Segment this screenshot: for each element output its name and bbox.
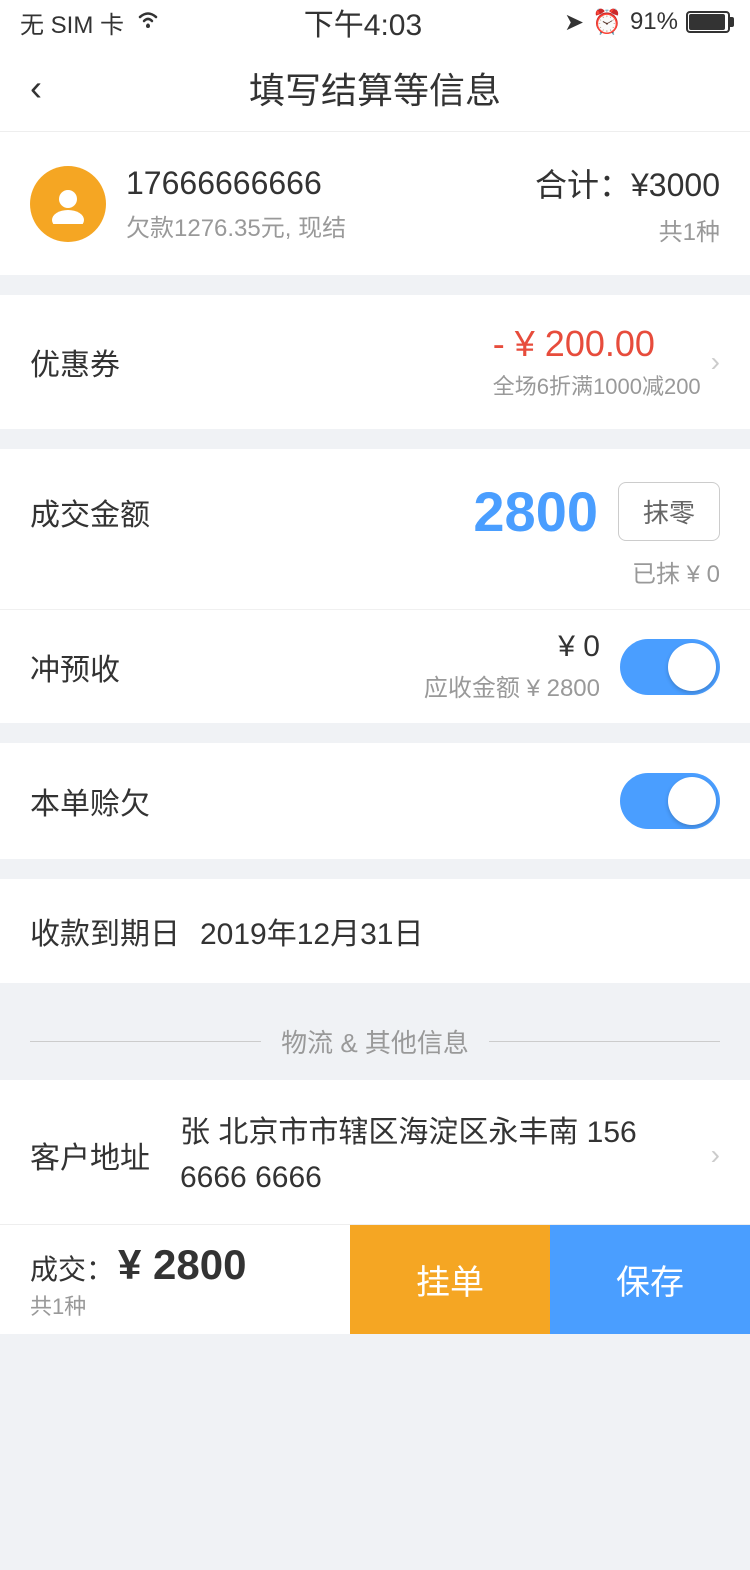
customer-left: 17666666666 欠款1276.35元, 现结 <box>30 165 346 243</box>
section-divider: 物流 & 其他信息 <box>0 1003 750 1080</box>
amount-row: 成交金额 2800 抹零 <box>0 449 750 554</box>
prepay-row: 冲预收 ¥ 0 应收金额 ¥ 2800 <box>0 609 750 723</box>
nav-title: 填写结算等信息 <box>249 62 501 114</box>
divider-line-right <box>489 1041 720 1042</box>
status-right: ➤ ⏰ 91% <box>564 8 730 37</box>
amount-label: 成交金额 <box>30 490 150 534</box>
bottom-amount: ¥ 2800 <box>118 1241 246 1289</box>
toggle-knob <box>668 643 716 691</box>
duedate-label: 收款到期日 <box>30 909 180 953</box>
prepay-amount-block: ¥ 0 应收金额 ¥ 2800 <box>424 630 600 703</box>
address-value: 张 北京市市辖区海淀区永丰南 156 6666 6666 <box>180 1110 711 1200</box>
credit-label: 本单赊欠 <box>30 779 150 823</box>
credit-toggle-knob <box>668 777 716 825</box>
coupon-amount: - ¥ 200.00 <box>493 323 701 365</box>
prepay-value: ¥ 0 <box>424 630 600 664</box>
chevron-right-icon: › <box>711 346 720 378</box>
duedate-row: 收款到期日 2019年12月31日 <box>0 879 750 983</box>
amount-right: 2800 抹零 <box>473 479 720 544</box>
avatar <box>30 166 106 242</box>
bottom-bar: 成交： ¥ 2800 共1种 挂单 保存 <box>0 1224 750 1334</box>
hang-button[interactable]: 挂单 <box>350 1225 550 1334</box>
amount-section: 成交金额 2800 抹零 已抹 ¥ 0 冲预收 ¥ 0 应收金额 ¥ 2800 <box>0 449 750 723</box>
address-row[interactable]: 客户地址 张 北京市市辖区海淀区永丰南 156 6666 6666 › <box>0 1080 750 1230</box>
coupon-right: - ¥ 200.00 全场6折满1000减200 › <box>493 323 720 401</box>
bottom-summary-label: 成交： <box>30 1248 114 1288</box>
divider-text: 物流 & 其他信息 <box>281 1023 469 1060</box>
prepay-label: 冲预收 <box>30 645 120 689</box>
wifi-icon <box>134 8 162 36</box>
status-bar: 无 SIM 卡 下午4:03 ➤ ⏰ 91% <box>0 0 750 44</box>
credit-row: 本单赊欠 <box>0 743 750 859</box>
prepay-toggle[interactable] <box>620 639 720 695</box>
content: 17666666666 欠款1276.35元, 现结 合计：¥3000 共1种 … <box>0 132 750 1570</box>
address-label: 客户地址 <box>30 1133 150 1177</box>
bottom-summary: 成交： ¥ 2800 共1种 <box>0 1239 350 1321</box>
no-sim-text: 无 SIM 卡 <box>20 5 124 40</box>
coupon-desc: 全场6折满1000减200 <box>493 369 701 401</box>
credit-toggle[interactable] <box>620 773 720 829</box>
amount-sub: 已抹 ¥ 0 <box>0 554 750 609</box>
bottom-buttons: 挂单 保存 <box>350 1225 750 1334</box>
prepay-sub: 应收金额 ¥ 2800 <box>424 668 600 703</box>
duedate-value: 2019年12月31日 <box>200 909 423 953</box>
customer-info: 17666666666 欠款1276.35元, 现结 <box>126 165 346 243</box>
customer-right: 合计：¥3000 共1种 <box>535 160 720 247</box>
back-button[interactable]: ‹ <box>30 67 42 109</box>
total-amount: 合计：¥3000 <box>535 160 720 206</box>
customer-card: 17666666666 欠款1276.35元, 现结 合计：¥3000 共1种 <box>0 132 750 275</box>
coupon-row[interactable]: 优惠券 - ¥ 200.00 全场6折满1000减200 › <box>0 295 750 429</box>
prepay-right: ¥ 0 应收金额 ¥ 2800 <box>424 630 720 703</box>
battery-text: 91% <box>630 8 678 36</box>
customer-sub: 欠款1276.35元, 现结 <box>126 208 346 243</box>
address-chevron-icon: › <box>711 1139 720 1171</box>
nav-bar: ‹ 填写结算等信息 <box>0 44 750 132</box>
customer-phone: 17666666666 <box>126 165 346 202</box>
coupon-label: 优惠券 <box>30 340 120 384</box>
divider-line-left <box>30 1041 261 1042</box>
save-button[interactable]: 保存 <box>550 1225 750 1334</box>
round-button[interactable]: 抹零 <box>618 482 720 541</box>
battery-icon <box>686 11 730 33</box>
amount-value: 2800 <box>473 479 598 544</box>
location-icon: ➤ <box>564 8 584 37</box>
status-time: 下午4:03 <box>304 0 422 44</box>
total-count: 共1种 <box>535 212 720 247</box>
status-left: 无 SIM 卡 <box>20 5 162 40</box>
alarm-icon: ⏰ <box>592 8 622 37</box>
bottom-count: 共1种 <box>30 1289 320 1321</box>
